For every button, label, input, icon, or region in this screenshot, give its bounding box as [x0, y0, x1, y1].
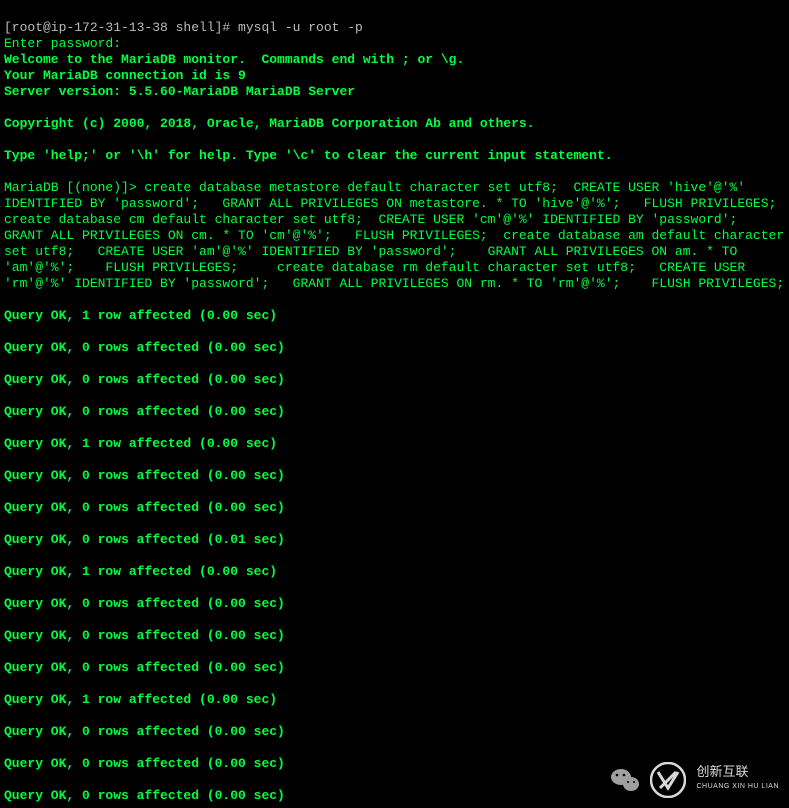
query-result: Query OK, 0 rows affected (0.00 sec) [4, 500, 285, 515]
help-line: Type 'help;' or '\h' for help. Type '\c'… [4, 148, 613, 163]
query-result: Query OK, 0 rows affected (0.00 sec) [4, 756, 285, 771]
query-result: Query OK, 1 row affected (0.00 sec) [4, 564, 277, 579]
query-result: Query OK, 0 rows affected (0.00 sec) [4, 628, 285, 643]
welcome-line-1: Welcome to the MariaDB monitor. Commands… [4, 52, 464, 67]
watermark: 创新互联 CHUANG XIN HU LIAN [610, 762, 779, 798]
cx-logo-icon [650, 762, 686, 798]
copyright-line: Copyright (c) 2000, 2018, Oracle, MariaD… [4, 116, 535, 131]
password-prompt: Enter password: [4, 36, 121, 51]
query-result: Query OK, 0 rows affected (0.00 sec) [4, 404, 285, 419]
brand-name-cn: 创新互联 [696, 765, 779, 779]
query-result: Query OK, 0 rows affected (0.00 sec) [4, 372, 285, 387]
query-result: Query OK, 1 row affected (0.00 sec) [4, 436, 277, 451]
query-result: Query OK, 0 rows affected (0.00 sec) [4, 724, 285, 739]
query-result: Query OK, 0 rows affected (0.00 sec) [4, 596, 285, 611]
query-result: Query OK, 0 rows affected (0.00 sec) [4, 340, 285, 355]
query-result: Query OK, 0 rows affected (0.00 sec) [4, 660, 285, 675]
query-result: Query OK, 0 rows affected (0.01 sec) [4, 532, 285, 547]
welcome-line-3: Server version: 5.5.60-MariaDB MariaDB S… [4, 84, 355, 99]
query-result: Query OK, 0 rows affected (0.00 sec) [4, 788, 285, 803]
welcome-line-2: Your MariaDB connection id is 9 [4, 68, 246, 83]
shell-prompt-line: [root@ip-172-31-13-38 shell]# mysql -u r… [4, 20, 363, 35]
wechat-icon [610, 767, 640, 793]
mariadb-sql-entry: MariaDB [(none)]> create database metast… [4, 180, 789, 291]
watermark-text: 创新互联 CHUANG XIN HU LIAN [696, 765, 779, 795]
query-result: Query OK, 1 row affected (0.00 sec) [4, 692, 277, 707]
query-result: Query OK, 1 row affected (0.00 sec) [4, 308, 277, 323]
brand-name-en: CHUANG XIN HU LIAN [696, 779, 779, 795]
terminal-output[interactable]: [root@ip-172-31-13-38 shell]# mysql -u r… [4, 4, 785, 804]
query-result: Query OK, 0 rows affected (0.00 sec) [4, 468, 285, 483]
